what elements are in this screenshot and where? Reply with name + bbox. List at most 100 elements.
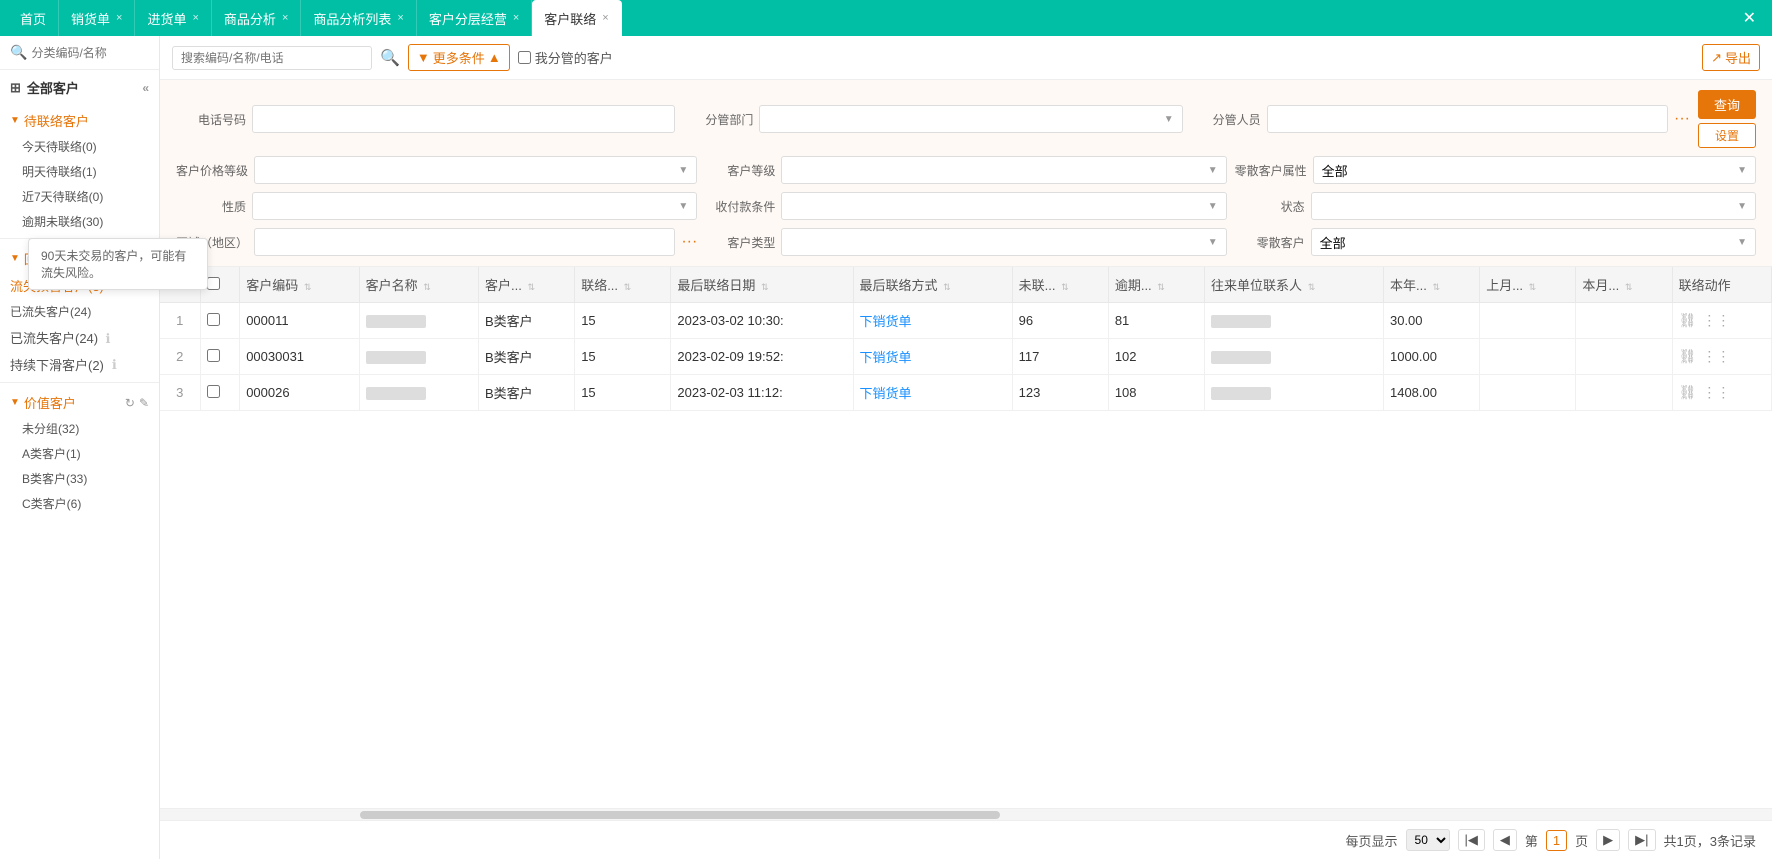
action-menu-icon-1[interactable]: ⋮⋮: [1702, 312, 1730, 329]
sidebar-item-lost-display[interactable]: 已流失客户(24) ℹ: [0, 324, 159, 351]
last-method-link-1[interactable]: 下销货单: [860, 314, 912, 329]
select-all-checkbox[interactable]: [207, 277, 220, 290]
filter-search-button[interactable]: 🔍: [380, 48, 400, 68]
region-more-btn[interactable]: ···: [681, 233, 697, 251]
th-code[interactable]: 客户编码 ⇅: [240, 267, 359, 303]
first-page-btn[interactable]: |◀: [1458, 829, 1485, 851]
th-last-contact-date[interactable]: 最后联络日期 ⇅: [671, 267, 853, 303]
edit-icon[interactable]: ✎: [139, 396, 149, 410]
row-checkbox-2[interactable]: [200, 339, 240, 375]
tab-customer-contact[interactable]: 客户联络 ×: [532, 0, 621, 36]
row-contact-person-2: [1205, 339, 1384, 375]
th-name[interactable]: 客户名称 ⇅: [359, 267, 478, 303]
row-select-1[interactable]: [207, 313, 220, 326]
scrollbar-thumb[interactable]: [360, 811, 1000, 819]
region-input[interactable]: [254, 228, 675, 256]
phone-input[interactable]: [252, 105, 675, 133]
th-contact[interactable]: 联络... ⇅: [575, 267, 671, 303]
sidebar-item-ungrouped[interactable]: 未分组(32): [0, 416, 159, 441]
tab-sales-order[interactable]: 销货单 ×: [59, 0, 135, 36]
sidebar-item-today[interactable]: 今天待联络(0): [0, 134, 159, 159]
th-contact-person[interactable]: 往来单位联系人 ⇅: [1205, 267, 1384, 303]
sidebar-search-input[interactable]: [31, 46, 160, 60]
action-link-icon-1[interactable]: ⛓: [1679, 312, 1697, 329]
tab-product-analysis[interactable]: 商品分析 ×: [212, 0, 301, 36]
filter-row-2: 客户价格等级 ▼ 客户等级 ▼ 零散客户属性 全部: [176, 156, 1756, 184]
action-menu-icon-2[interactable]: ⋮⋮: [1702, 348, 1730, 365]
sidebar-collapse-btn[interactable]: «: [142, 81, 149, 95]
sidebar-item-tomorrow[interactable]: 明天待联络(1): [0, 159, 159, 184]
row-checkbox-3[interactable]: [200, 375, 240, 411]
my-customers-checkbox-label[interactable]: 我分管的客户: [518, 48, 613, 67]
sidebar-item-c-class[interactable]: C类客户(6): [0, 491, 159, 516]
filter-search-input[interactable]: [172, 46, 372, 70]
customer-level-select[interactable]: ▼: [781, 156, 1226, 184]
tab-close-sales-order[interactable]: ×: [116, 12, 122, 24]
last-page-btn[interactable]: ▶|: [1628, 829, 1655, 851]
sidebar-item-b-class[interactable]: B类客户(33): [0, 466, 159, 491]
payment-select[interactable]: ▼: [781, 192, 1226, 220]
price-level-select[interactable]: ▼: [254, 156, 697, 184]
filter-action-buttons: 查询 设置: [1698, 90, 1756, 148]
refresh-icon[interactable]: ↻: [125, 396, 135, 410]
tab-purchase-order[interactable]: 进货单 ×: [135, 0, 211, 36]
export-button[interactable]: ↗ 导出: [1702, 44, 1760, 71]
status-select[interactable]: ▼: [1311, 192, 1756, 220]
sidebar-section-header-pending[interactable]: ▼ 待联络客户: [0, 105, 159, 134]
table-row: 2 00030031 B类客户 15 2023-02-09 19:52: 下销货…: [160, 339, 1772, 375]
dept-select[interactable]: ▼: [759, 105, 1182, 133]
my-customers-checkbox[interactable]: [518, 51, 531, 64]
sidebar-all-customers[interactable]: ⊞ 全部客户 «: [0, 70, 159, 105]
action-menu-icon-3[interactable]: ⋮⋮: [1702, 384, 1730, 401]
th-current-year[interactable]: 本年... ⇅: [1383, 267, 1479, 303]
tab-close-product-analysis[interactable]: ×: [282, 12, 288, 24]
per-page-select[interactable]: 50: [1406, 829, 1450, 851]
tab-close-purchase-order[interactable]: ×: [192, 12, 198, 24]
th-no-contact[interactable]: 未联... ⇅: [1012, 267, 1108, 303]
sidebar-item-overdue[interactable]: 逾期未联络(30): [0, 209, 159, 234]
settings-button[interactable]: 设置: [1698, 123, 1756, 148]
tab-close-product-analysis-list[interactable]: ×: [397, 12, 403, 24]
status-arrow: ▼: [1737, 201, 1747, 212]
th-last-contact-method[interactable]: 最后联络方式 ⇅: [853, 267, 1012, 303]
action-link-icon-2[interactable]: ⛓: [1679, 348, 1697, 365]
row-last-method-1[interactable]: 下销货单: [853, 303, 1012, 339]
zero-retail-select[interactable]: 全部 ▼: [1311, 228, 1756, 256]
close-window-btn[interactable]: ✕: [1735, 8, 1764, 28]
th-overdue[interactable]: 逾期... ⇅: [1108, 267, 1204, 303]
last-method-link-3[interactable]: 下销货单: [860, 386, 912, 401]
query-button[interactable]: 查询: [1698, 90, 1756, 119]
sidebar-section-header-value[interactable]: ▼ 价值客户 ↻ ✎: [0, 387, 159, 416]
row-last-method-2[interactable]: 下销货单: [853, 339, 1012, 375]
tab-close-customer-contact[interactable]: ×: [602, 12, 608, 24]
tab-home[interactable]: 首页: [8, 0, 59, 36]
th-type[interactable]: 客户... ⇅: [478, 267, 574, 303]
zero-retail-attr-select[interactable]: 全部 ▼: [1313, 156, 1756, 184]
sidebar-item-a-class[interactable]: A类客户(1): [0, 441, 159, 466]
horizontal-scrollbar[interactable]: [160, 808, 1772, 820]
row-current-year-3: 1408.00: [1383, 375, 1479, 411]
row-action-3: ⛓ ⋮⋮: [1672, 375, 1771, 411]
tab-close-customer-layering[interactable]: ×: [513, 12, 519, 24]
tab-product-analysis-list[interactable]: 商品分析列表 ×: [301, 0, 416, 36]
person-input[interactable]: [1267, 105, 1668, 133]
th-last-month[interactable]: 上月... ⇅: [1480, 267, 1576, 303]
row-last-date-1: 2023-03-02 10:30:: [671, 303, 853, 339]
filter-more-conditions-button[interactable]: ▼ 更多条件 ▲: [408, 44, 510, 71]
customer-type-select[interactable]: ▼: [781, 228, 1226, 256]
tab-customer-layering[interactable]: 客户分层经营 ×: [417, 0, 532, 36]
nature-select[interactable]: ▼: [252, 192, 697, 220]
last-method-link-2[interactable]: 下销货单: [860, 350, 912, 365]
th-current-month[interactable]: 本月... ⇅: [1576, 267, 1672, 303]
sidebar-item-7days[interactable]: 近7天待联络(0): [0, 184, 159, 209]
row-select-2[interactable]: [207, 349, 220, 362]
sidebar-item-lost-customers[interactable]: 已流失客户(24): [0, 299, 159, 324]
prev-page-btn[interactable]: ◀: [1493, 829, 1517, 851]
next-page-btn[interactable]: ▶: [1596, 829, 1620, 851]
action-link-icon-3[interactable]: ⛓: [1679, 384, 1697, 401]
row-last-method-3[interactable]: 下销货单: [853, 375, 1012, 411]
row-checkbox-1[interactable]: [200, 303, 240, 339]
row-select-3[interactable]: [207, 385, 220, 398]
sidebar-item-declining[interactable]: 持续下滑客户(2) ℹ: [0, 351, 159, 378]
person-more-btn[interactable]: ···: [1674, 110, 1690, 128]
